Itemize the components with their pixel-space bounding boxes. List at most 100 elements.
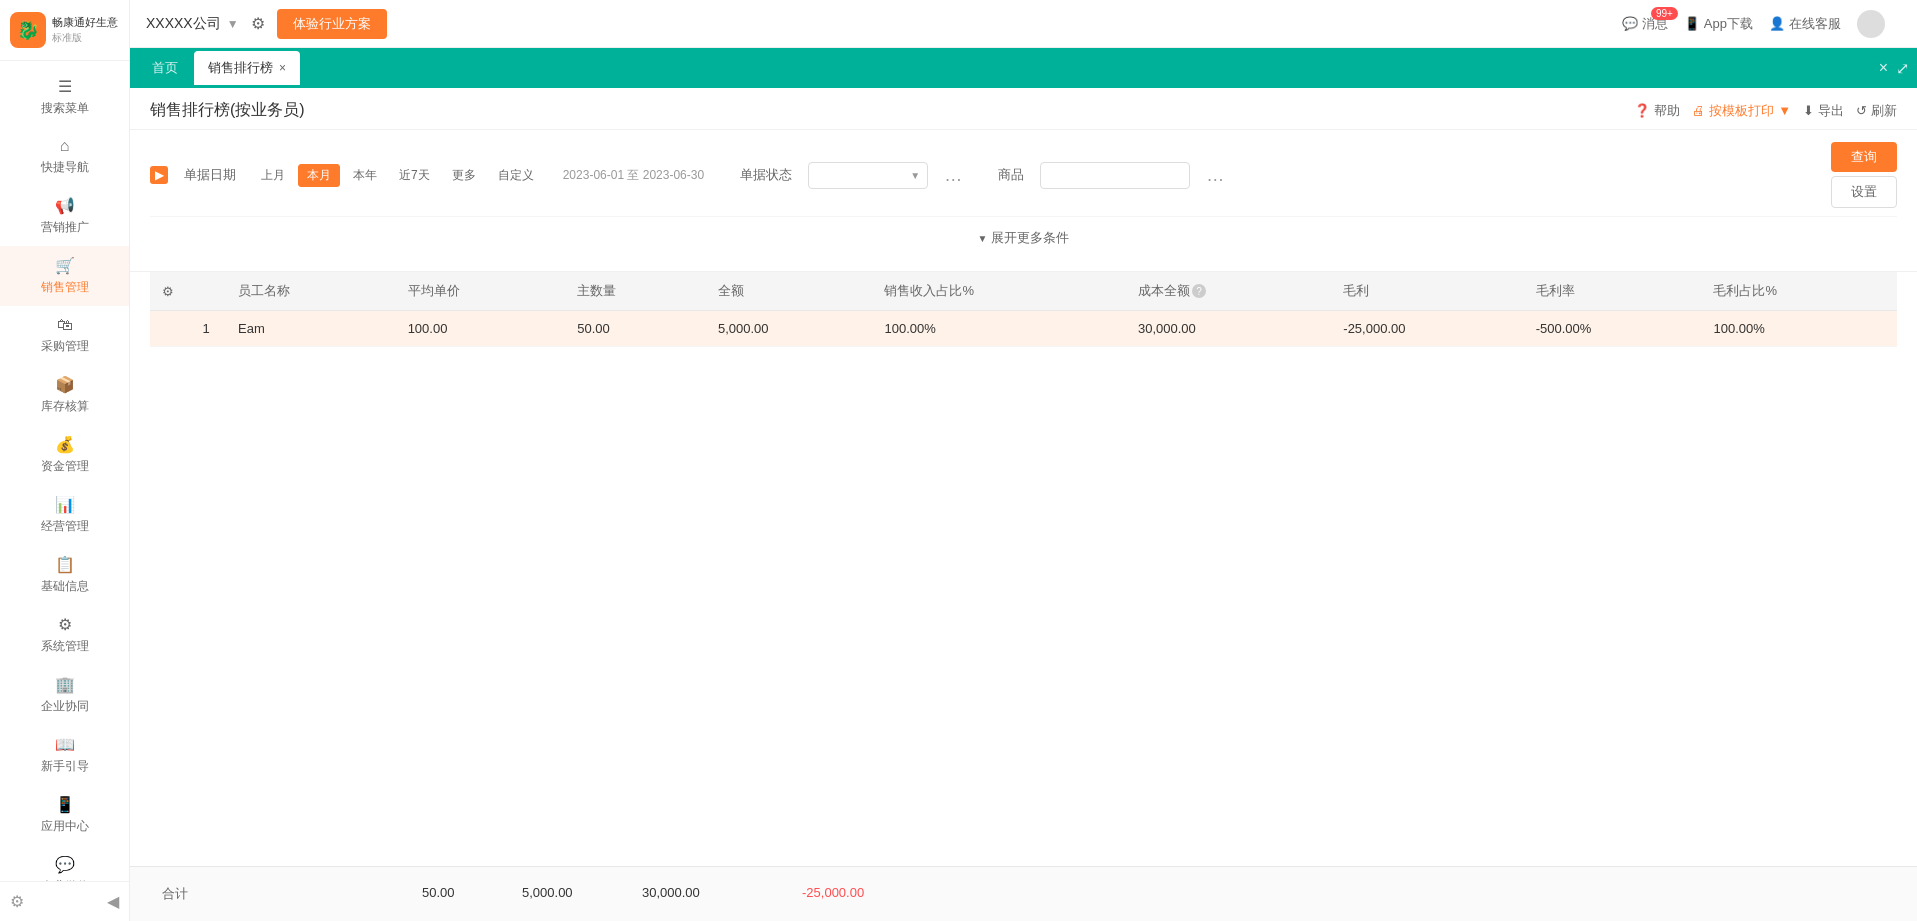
date-this-year[interactable]: 本年 (344, 164, 386, 187)
row-name: Eam (226, 311, 396, 347)
tab-maximize-icon[interactable]: ⤢ (1896, 59, 1909, 78)
date-custom[interactable]: 自定义 (489, 164, 543, 187)
th-rank (186, 272, 226, 311)
sidebar-item-label: 快捷导航 (41, 159, 89, 176)
sidebar-item-marketing[interactable]: 📢 营销推广 (0, 186, 129, 246)
logo-title: 畅康通好生意 (52, 15, 118, 30)
tab-sales-ranking[interactable]: 销售排行榜 × (194, 51, 300, 85)
print-icon: 🖨 (1692, 103, 1705, 118)
app-download-button[interactable]: 📱 App下载 (1684, 15, 1753, 33)
user-avatar[interactable] (1857, 10, 1885, 38)
row-gross: -25,000.00 (1331, 311, 1523, 347)
sidebar-item-app[interactable]: 📱 应用中心 (0, 785, 129, 845)
online-service-button[interactable]: 👤 在线客服 (1769, 15, 1841, 33)
date-this-month[interactable]: 本月 (298, 164, 340, 187)
sidebar-item-purchase[interactable]: 🛍 采购管理 (0, 306, 129, 365)
sidebar-item-search[interactable]: ☰ 搜索菜单 (0, 67, 129, 127)
sidebar: 🐉 畅康通好生意 标准版 ☰ 搜索菜单 ⌂ 快捷导航 📢 营销推广 🛒 销售管理… (0, 0, 130, 921)
sidebar-item-basic[interactable]: 📋 基础信息 (0, 545, 129, 605)
row-rank: 1 (186, 311, 226, 347)
sidebar-item-finance[interactable]: 💰 资金管理 (0, 425, 129, 485)
basic-icon: 📋 (55, 555, 75, 574)
th-amount: 全额 (706, 272, 873, 311)
main-content: XXXXX公司 ▼ ⚙ 体验行业方案 💬 消息 99+ 📱 App下载 👤 在线… (130, 0, 1917, 921)
navtabs-actions: × ⤢ (1879, 59, 1909, 78)
app-icon: 📱 (55, 795, 75, 814)
footer-cost: 30,000.00 (630, 877, 790, 911)
try-industry-button[interactable]: 体验行业方案 (277, 9, 387, 39)
sidebar-settings-button[interactable]: ⚙ (10, 892, 24, 911)
tab-close-icon[interactable]: × (279, 61, 286, 75)
filter-area: ▶ 单据日期 上月 本月 本年 近7天 更多 自定义 2023-06-01 至 … (130, 130, 1917, 272)
finance-icon: 💰 (55, 435, 75, 454)
sidebar-item-label: 销售管理 (41, 279, 89, 296)
settings-button[interactable]: 设置 (1831, 176, 1897, 208)
query-actions: 查询 设置 (1831, 142, 1897, 208)
goods-input[interactable] (1040, 162, 1190, 189)
tab-home[interactable]: 首页 (138, 51, 192, 85)
th-sales-ratio: 销售收入占比% (872, 272, 1126, 311)
export-label: 导出 (1818, 102, 1844, 120)
sidebar-item-guide[interactable]: 📖 新手引导 (0, 725, 129, 785)
filter-expand-button[interactable]: ▶ (150, 166, 168, 184)
guide-icon: 📖 (55, 735, 75, 754)
print-label: 按模板打印 (1709, 102, 1774, 120)
logo-icon: 🐉 (10, 12, 46, 48)
status-select-wrapper (808, 162, 928, 189)
sidebar-item-sales[interactable]: 🛒 销售管理 (0, 246, 129, 306)
th-name: 员工名称 (226, 272, 396, 311)
row-sales-ratio: 100.00% (872, 311, 1126, 347)
goods-filter-label: 商品 (998, 166, 1024, 184)
sidebar-item-label: 应用中心 (41, 818, 89, 835)
sidebar-item-label: 系统管理 (41, 638, 89, 655)
sidebar-item-inventory[interactable]: 📦 库存核算 (0, 365, 129, 425)
sidebar-item-wechat[interactable]: 💬 企业微信 (0, 845, 129, 881)
message-button[interactable]: 💬 消息 99+ (1622, 15, 1668, 33)
table-row: 1 Eam 100.00 50.00 5,000.00 100.00% 30,0… (150, 311, 1897, 347)
status-select[interactable] (808, 162, 928, 189)
sidebar-item-shortcut[interactable]: ⌂ 快捷导航 (0, 127, 129, 186)
sidebar-item-system[interactable]: ⚙ 系统管理 (0, 605, 129, 665)
company-selector[interactable]: XXXXX公司 ▼ (146, 15, 239, 33)
sales-icon: 🛒 (55, 256, 75, 275)
sidebar-item-operation[interactable]: 📊 经营管理 (0, 485, 129, 545)
status-more-icon[interactable]: … (944, 165, 962, 186)
footer-total-label: 合计 (150, 877, 410, 911)
cost-help-icon[interactable]: ? (1192, 284, 1206, 298)
footer-gross: -25,000.00 (790, 877, 876, 911)
date-last-month[interactable]: 上月 (252, 164, 294, 187)
sidebar-item-label: 库存核算 (41, 398, 89, 415)
enterprise-icon: 🏢 (55, 675, 75, 694)
page-content: 销售排行榜(按业务员) ❓ 帮助 🖨 按模板打印 ▼ ⬇ 导出 ↺ 刷新 (130, 88, 1917, 921)
tab-sales-ranking-label: 销售排行榜 (208, 59, 273, 77)
help-button[interactable]: ❓ 帮助 (1634, 102, 1680, 120)
logo-area: 🐉 畅康通好生意 标准版 (0, 0, 129, 61)
logo-subtitle: 标准版 (52, 31, 118, 45)
purchase-icon: 🛍 (57, 316, 73, 334)
company-dropdown-icon: ▼ (227, 17, 239, 31)
system-icon: ⚙ (58, 615, 72, 634)
app-download-icon: 📱 (1684, 16, 1700, 31)
app-download-label: App下载 (1704, 15, 1753, 33)
query-button[interactable]: 查询 (1831, 142, 1897, 172)
export-button[interactable]: ⬇ 导出 (1803, 102, 1844, 120)
date-7days[interactable]: 近7天 (390, 164, 439, 187)
footer-total-row: 合计 50.00 5,000.00 30,000.00 -25,000.00 (150, 877, 1897, 911)
topbar-settings-icon[interactable]: ⚙ (251, 14, 265, 33)
goods-more-icon[interactable]: … (1206, 165, 1224, 186)
row-cost: 30,000.00 (1126, 311, 1331, 347)
sidebar-item-enterprise[interactable]: 🏢 企业协同 (0, 665, 129, 725)
expand-label: 展开更多条件 (991, 229, 1069, 247)
table-footer: 合计 50.00 5,000.00 30,000.00 -25,000.00 (130, 866, 1917, 921)
th-settings[interactable]: ⚙ (150, 272, 186, 311)
page-header-actions: ❓ 帮助 🖨 按模板打印 ▼ ⬇ 导出 ↺ 刷新 (1634, 102, 1897, 120)
sidebar-collapse-button[interactable]: ◀ (107, 892, 119, 911)
date-more[interactable]: 更多 (443, 164, 485, 187)
print-button[interactable]: 🖨 按模板打印 ▼ (1692, 102, 1791, 120)
topbar: XXXXX公司 ▼ ⚙ 体验行业方案 💬 消息 99+ 📱 App下载 👤 在线… (130, 0, 1917, 48)
tab-close-window-icon[interactable]: × (1879, 59, 1888, 78)
expand-more-conditions-button[interactable]: ▼ 展开更多条件 (978, 223, 1070, 253)
tab-home-label: 首页 (152, 59, 178, 77)
help-icon: ❓ (1634, 103, 1650, 118)
refresh-button[interactable]: ↺ 刷新 (1856, 102, 1897, 120)
